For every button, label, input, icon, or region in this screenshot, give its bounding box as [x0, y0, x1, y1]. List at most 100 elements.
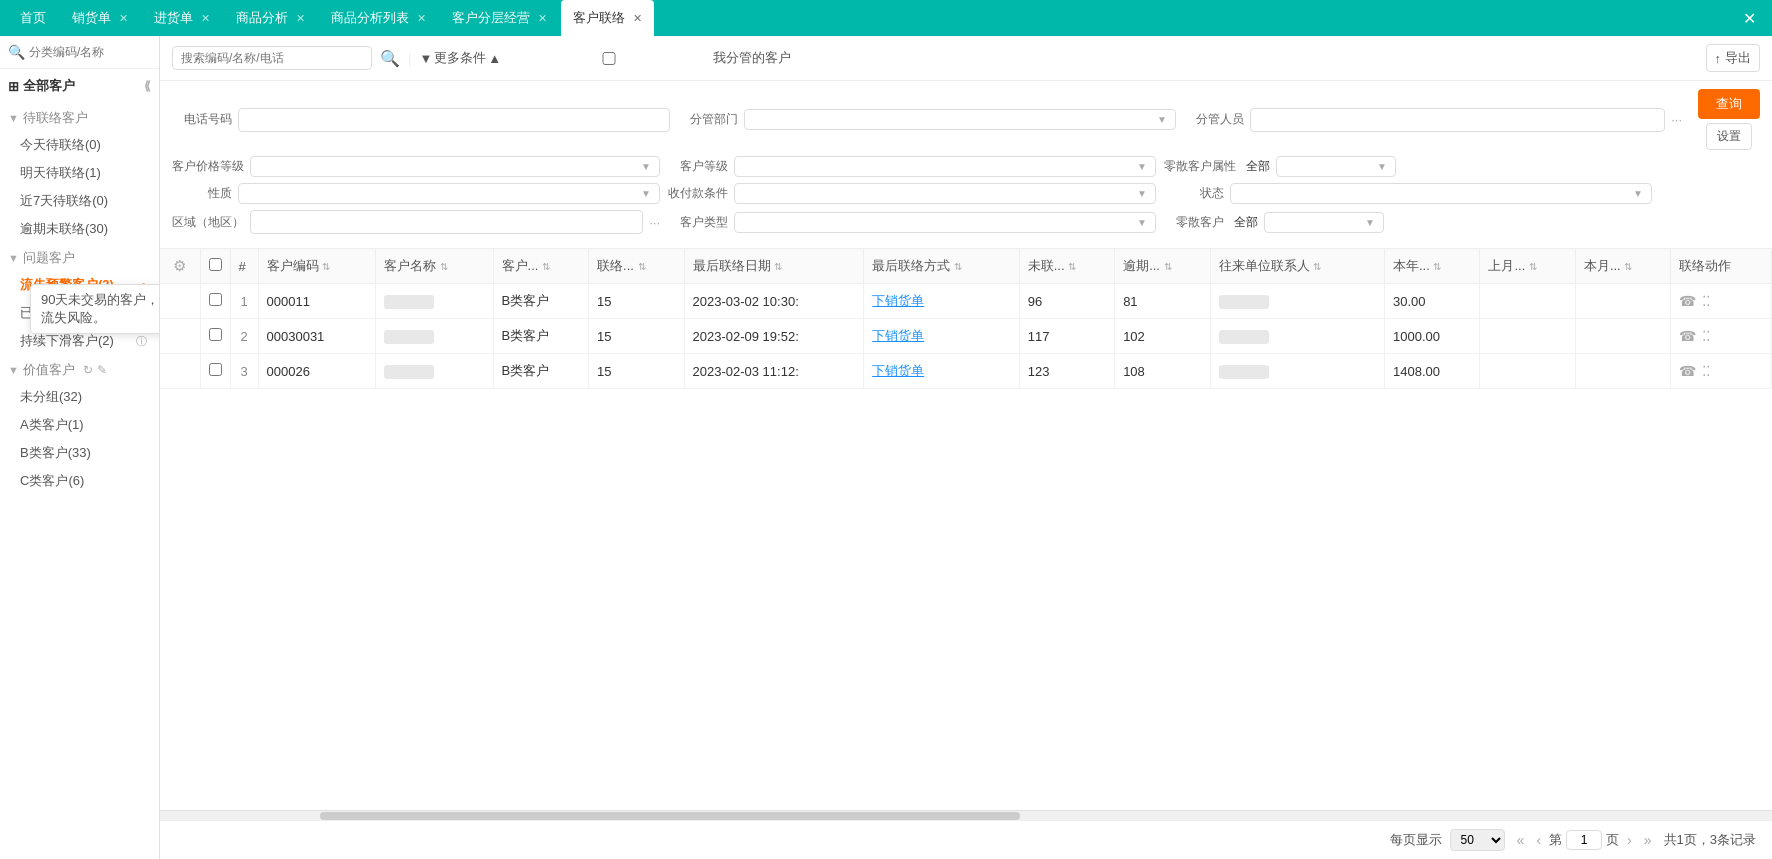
sidebar-item-overdue[interactable]: 逾期未联络(30) — [0, 215, 159, 243]
th-code[interactable]: 客户编码 ⇅ — [258, 249, 376, 284]
customer-level-select[interactable]: ▼ — [734, 156, 1156, 177]
th-last-contact-method[interactable]: 最后联络方式 ⇅ — [864, 249, 1019, 284]
price-level-select[interactable]: ▼ — [250, 156, 660, 177]
th-name[interactable]: 客户名称 ⇅ — [376, 249, 494, 284]
row-last-contact-date: 2023-02-03 11:12: — [684, 354, 864, 389]
tooltip-box: 90天未交易的客户，可能有流失风险。 — [30, 284, 160, 334]
th-settings[interactable]: ⚙ — [160, 249, 200, 284]
export-button[interactable]: ↑ 导出 — [1706, 44, 1761, 72]
more-action-icon[interactable]: ⁚⁚ — [1702, 363, 1710, 379]
scrollbar-thumb[interactable] — [320, 812, 1020, 820]
sidebar-section-problem[interactable]: ▼ 问题客户 — [0, 243, 159, 271]
sidebar-item-a-class[interactable]: A类客户(1) — [0, 411, 159, 439]
nav-customer-contact[interactable]: 客户联络 ✕ — [561, 0, 654, 36]
nav-product-analysis-list-label: 商品分析列表 — [331, 9, 409, 27]
status-select[interactable]: ▼ — [1230, 183, 1652, 204]
sidebar-item-week[interactable]: 近7天待联络(0) — [0, 187, 159, 215]
next-page-button[interactable]: › — [1623, 830, 1636, 850]
sidebar-item-b-class[interactable]: B类客户(33) — [0, 439, 159, 467]
sidebar-all-customers[interactable]: ⊞ 全部客户 ⟪ — [0, 69, 159, 103]
select-all-checkbox[interactable] — [209, 258, 222, 271]
last-page-button[interactable]: » — [1640, 830, 1656, 850]
nav-customer-contact-close[interactable]: ✕ — [633, 12, 642, 25]
retail-customer-select[interactable]: ▼ — [1264, 212, 1384, 233]
overdue-label: 逾期未联络(30) — [20, 220, 108, 238]
th-checkbox[interactable] — [200, 249, 230, 284]
my-customers-checkbox[interactable]: 我分管的客户 — [509, 49, 791, 67]
nav-sales-close[interactable]: ✕ — [119, 12, 128, 25]
sidebar-item-ungroup[interactable]: 未分组(32) — [0, 383, 159, 411]
table-row: 1 000011 B类客户 15 2023-03-02 10:30: 下销货单 … — [160, 284, 1772, 319]
region-dots[interactable]: ··· — [649, 215, 660, 230]
nav-purchase-close[interactable]: ✕ — [201, 12, 210, 25]
nav-product-analysis-list-close[interactable]: ✕ — [417, 12, 426, 25]
th-last-contact-date[interactable]: 最后联络日期 ⇅ — [684, 249, 864, 284]
th-last-month[interactable]: 上月... ⇅ — [1480, 249, 1575, 284]
contact-icon[interactable]: ☎ — [1679, 328, 1696, 344]
more-conditions-button[interactable]: ▼ 更多条件 ▲ — [419, 49, 501, 67]
nav-sales[interactable]: 销货单 ✕ — [60, 0, 140, 36]
sort-icon-unit: ⇅ — [1313, 261, 1321, 272]
payment-select[interactable]: ▼ — [734, 183, 1156, 204]
th-unit-contact[interactable]: 往来单位联系人 ⇅ — [1210, 249, 1384, 284]
row-checkbox-cell[interactable] — [200, 319, 230, 354]
nature-label: 性质 — [172, 185, 232, 202]
more-action-icon[interactable]: ⁚⁚ — [1702, 328, 1710, 344]
current-page-input[interactable] — [1566, 830, 1602, 850]
page-size-select[interactable]: 50 100 — [1450, 829, 1505, 851]
nav-product-analysis[interactable]: 商品分析 ✕ — [224, 0, 317, 36]
manager-input[interactable] — [1250, 108, 1665, 132]
th-overdue[interactable]: 逾期... ⇅ — [1115, 249, 1210, 284]
th-this-year[interactable]: 本年... ⇅ — [1384, 249, 1479, 284]
row-last-contact-method[interactable]: 下销货单 — [864, 354, 1019, 389]
my-customers-check[interactable] — [509, 52, 709, 65]
nav-customer-segment-close[interactable]: ✕ — [538, 12, 547, 25]
value-edit-icon[interactable]: ✎ — [97, 363, 107, 377]
nav-product-analysis-list[interactable]: 商品分析列表 ✕ — [319, 0, 438, 36]
sidebar-search-input[interactable] — [29, 45, 160, 59]
settings-button[interactable]: 设置 — [1706, 123, 1752, 150]
prev-page-button[interactable]: ‹ — [1532, 830, 1545, 850]
row-last-contact-method[interactable]: 下销货单 — [864, 319, 1019, 354]
sidebar-item-c-class[interactable]: C类客户(6) — [0, 467, 159, 495]
contact-icon[interactable]: ☎ — [1679, 293, 1696, 309]
nav-purchase[interactable]: 进货单 ✕ — [142, 0, 222, 36]
row-last-contact-method[interactable]: 下销货单 — [864, 284, 1019, 319]
row-checkbox-cell[interactable] — [200, 284, 230, 319]
th-this-month[interactable]: 本月... ⇅ — [1575, 249, 1670, 284]
retail-attr-select[interactable]: ▼ — [1276, 156, 1396, 177]
query-button[interactable]: 查询 — [1698, 89, 1760, 119]
sidebar-item-tomorrow[interactable]: 明天待联络(1) — [0, 159, 159, 187]
dept-select[interactable]: ▼ — [744, 109, 1176, 130]
nature-select[interactable]: ▼ — [238, 183, 660, 204]
sidebar-section-pending[interactable]: ▼ 待联络客户 — [0, 103, 159, 131]
settings-gear-icon[interactable]: ⚙ — [173, 257, 186, 274]
horizontal-scrollbar[interactable] — [160, 810, 1772, 820]
th-uncontacted[interactable]: 未联... ⇅ — [1019, 249, 1114, 284]
row-checkbox[interactable] — [209, 328, 222, 341]
th-contact[interactable]: 联络... ⇅ — [589, 249, 684, 284]
row-checkbox[interactable] — [209, 363, 222, 376]
status-label: 状态 — [1164, 185, 1224, 202]
contact-icon[interactable]: ☎ — [1679, 363, 1696, 379]
nav-product-analysis-close[interactable]: ✕ — [296, 12, 305, 25]
row-checkbox[interactable] — [209, 293, 222, 306]
customer-type-select[interactable]: ▼ — [734, 212, 1156, 233]
th-level[interactable]: 客户... ⇅ — [493, 249, 588, 284]
nav-customer-contact-label: 客户联络 — [573, 9, 625, 27]
region-input[interactable] — [250, 210, 643, 234]
search-input[interactable] — [172, 46, 372, 70]
phone-input[interactable] — [238, 108, 670, 132]
manager-dots[interactable]: ··· — [1671, 112, 1682, 127]
sidebar-section-value[interactable]: ▼ 价值客户 ↻ ✎ — [0, 355, 159, 383]
more-action-icon[interactable]: ⁚⁚ — [1702, 293, 1710, 309]
first-page-button[interactable]: « — [1513, 830, 1529, 850]
row-level: B类客户 — [493, 319, 588, 354]
sidebar-item-today[interactable]: 今天待联络(0) — [0, 131, 159, 159]
window-close-button[interactable]: ✕ — [1735, 9, 1764, 28]
search-button[interactable]: 🔍 — [380, 49, 400, 68]
value-refresh-icon[interactable]: ↻ — [83, 363, 93, 377]
nav-customer-segment[interactable]: 客户分层经营 ✕ — [440, 0, 559, 36]
row-checkbox-cell[interactable] — [200, 354, 230, 389]
nav-home[interactable]: 首页 — [8, 0, 58, 36]
